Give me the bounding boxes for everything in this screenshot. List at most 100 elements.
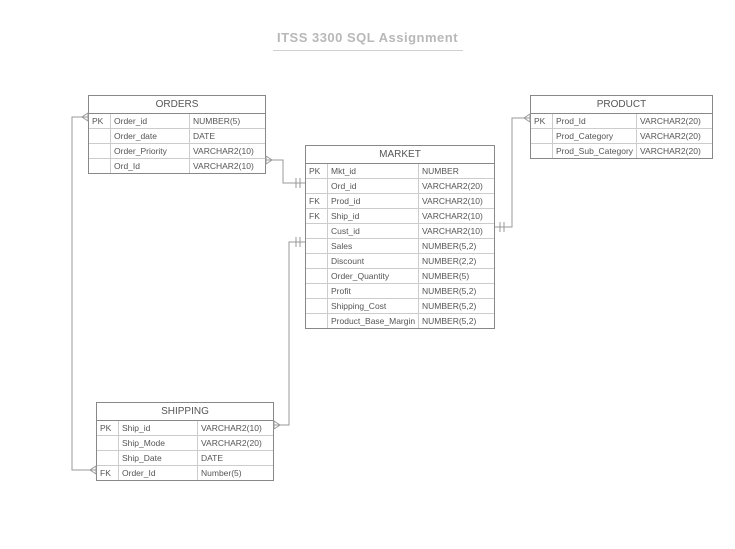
- entity-market: MARKET PKMkt_idNUMBEROrd_idVARCHAR2(20)F…: [305, 145, 495, 329]
- table-row: DiscountNUMBER(2,2): [306, 253, 494, 268]
- type-cell: VARCHAR2(20): [198, 435, 273, 450]
- table-row: PKOrder_idNUMBER(5): [89, 114, 265, 128]
- type-cell: VARCHAR2(10): [190, 158, 265, 173]
- table-row: Product_Base_MarginNUMBER(5,2): [306, 313, 494, 328]
- table-row: FKShip_idVARCHAR2(10): [306, 208, 494, 223]
- name-cell: Prod_Id: [553, 114, 637, 128]
- type-cell: NUMBER(2,2): [419, 253, 494, 268]
- entity-orders-title: ORDERS: [89, 96, 265, 114]
- table-row: Cust_idVARCHAR2(10): [306, 223, 494, 238]
- type-cell: VARCHAR2(10): [419, 193, 494, 208]
- type-cell: DATE: [190, 128, 265, 143]
- name-cell: Ship_id: [119, 421, 198, 435]
- type-cell: NUMBER(5): [190, 114, 265, 128]
- name-cell: Profit: [328, 283, 419, 298]
- entity-shipping: SHIPPING PKShip_idVARCHAR2(10)Ship_ModeV…: [96, 402, 274, 481]
- type-cell: NUMBER: [419, 164, 494, 178]
- name-cell: Ship_Date: [119, 450, 198, 465]
- table-row: Ship_ModeVARCHAR2(20): [97, 435, 273, 450]
- type-cell: NUMBER(5): [419, 268, 494, 283]
- type-cell: VARCHAR2(20): [419, 178, 494, 193]
- table-row: PKShip_idVARCHAR2(10): [97, 421, 273, 435]
- key-cell: [89, 128, 111, 143]
- key-cell: FK: [306, 208, 328, 223]
- key-cell: FK: [306, 193, 328, 208]
- key-cell: [89, 158, 111, 173]
- name-cell: Discount: [328, 253, 419, 268]
- key-cell: [306, 313, 328, 328]
- key-cell: PK: [306, 164, 328, 178]
- type-cell: VARCHAR2(10): [419, 208, 494, 223]
- table-row: Prod_CategoryVARCHAR2(20): [531, 128, 712, 143]
- crow-shipping: [274, 421, 280, 429]
- type-cell: VARCHAR2(20): [637, 114, 712, 128]
- table-row: FKProd_idVARCHAR2(10): [306, 193, 494, 208]
- type-cell: Number(5): [198, 465, 273, 480]
- name-cell: Ship_id: [328, 208, 419, 223]
- name-cell: Order_id: [111, 114, 190, 128]
- key-cell: [89, 143, 111, 158]
- entity-market-title: MARKET: [306, 146, 494, 164]
- key-cell: [306, 268, 328, 283]
- table-row: Ship_DateDATE: [97, 450, 273, 465]
- entity-shipping-title: SHIPPING: [97, 403, 273, 421]
- table-row: Shipping_CostNUMBER(5,2): [306, 298, 494, 313]
- key-cell: [306, 238, 328, 253]
- crow-orders: [266, 156, 272, 164]
- type-cell: NUMBER(5,2): [419, 298, 494, 313]
- type-cell: VARCHAR2(20): [637, 128, 712, 143]
- rel-product-market: [495, 118, 530, 227]
- entity-product: PRODUCT PKProd_IdVARCHAR2(20)Prod_Catego…: [530, 95, 713, 159]
- type-cell: NUMBER(5,2): [419, 313, 494, 328]
- name-cell: Prod_Category: [553, 128, 637, 143]
- key-cell: PK: [531, 114, 553, 128]
- type-cell: VARCHAR2(20): [637, 143, 712, 158]
- table-row: Prod_Sub_CategoryVARCHAR2(20): [531, 143, 712, 158]
- table-row: ProfitNUMBER(5,2): [306, 283, 494, 298]
- key-cell: [97, 450, 119, 465]
- key-cell: FK: [97, 465, 119, 480]
- rel-orders-market: [266, 160, 305, 183]
- table-row: PKMkt_idNUMBER: [306, 164, 494, 178]
- key-cell: [306, 283, 328, 298]
- key-cell: [306, 223, 328, 238]
- table-row: SalesNUMBER(5,2): [306, 238, 494, 253]
- table-row: Ord_idVARCHAR2(20): [306, 178, 494, 193]
- type-cell: VARCHAR2(10): [190, 143, 265, 158]
- key-cell: [306, 253, 328, 268]
- table-row: Order_QuantityNUMBER(5): [306, 268, 494, 283]
- rel-shipping-market: [274, 242, 305, 425]
- type-cell: DATE: [198, 450, 273, 465]
- type-cell: NUMBER(5,2): [419, 238, 494, 253]
- key-cell: [306, 298, 328, 313]
- key-cell: [531, 128, 553, 143]
- name-cell: Ord_Id: [111, 158, 190, 173]
- entity-product-title: PRODUCT: [531, 96, 712, 114]
- entity-orders: ORDERS PKOrder_idNUMBER(5)Order_dateDATE…: [88, 95, 266, 174]
- page-title: ITSS 3300 SQL Assignment: [0, 30, 735, 45]
- table-row: FKOrder_IdNumber(5): [97, 465, 273, 480]
- key-cell: PK: [89, 114, 111, 128]
- name-cell: Order_Quantity: [328, 268, 419, 283]
- name-cell: Order_date: [111, 128, 190, 143]
- table-row: Order_dateDATE: [89, 128, 265, 143]
- name-cell: Prod_id: [328, 193, 419, 208]
- name-cell: Cust_id: [328, 223, 419, 238]
- table-row: Ord_IdVARCHAR2(10): [89, 158, 265, 173]
- name-cell: Shipping_Cost: [328, 298, 419, 313]
- key-cell: [306, 178, 328, 193]
- name-cell: Order_Priority: [111, 143, 190, 158]
- key-cell: [531, 143, 553, 158]
- name-cell: Prod_Sub_Category: [553, 143, 637, 158]
- table-row: Order_PriorityVARCHAR2(10): [89, 143, 265, 158]
- name-cell: Order_Id: [119, 465, 198, 480]
- name-cell: Product_Base_Margin: [328, 313, 419, 328]
- type-cell: VARCHAR2(10): [419, 223, 494, 238]
- name-cell: Sales: [328, 238, 419, 253]
- key-cell: [97, 435, 119, 450]
- name-cell: Ship_Mode: [119, 435, 198, 450]
- type-cell: NUMBER(5,2): [419, 283, 494, 298]
- key-cell: PK: [97, 421, 119, 435]
- title-underline: [273, 50, 463, 51]
- table-row: PKProd_IdVARCHAR2(20): [531, 114, 712, 128]
